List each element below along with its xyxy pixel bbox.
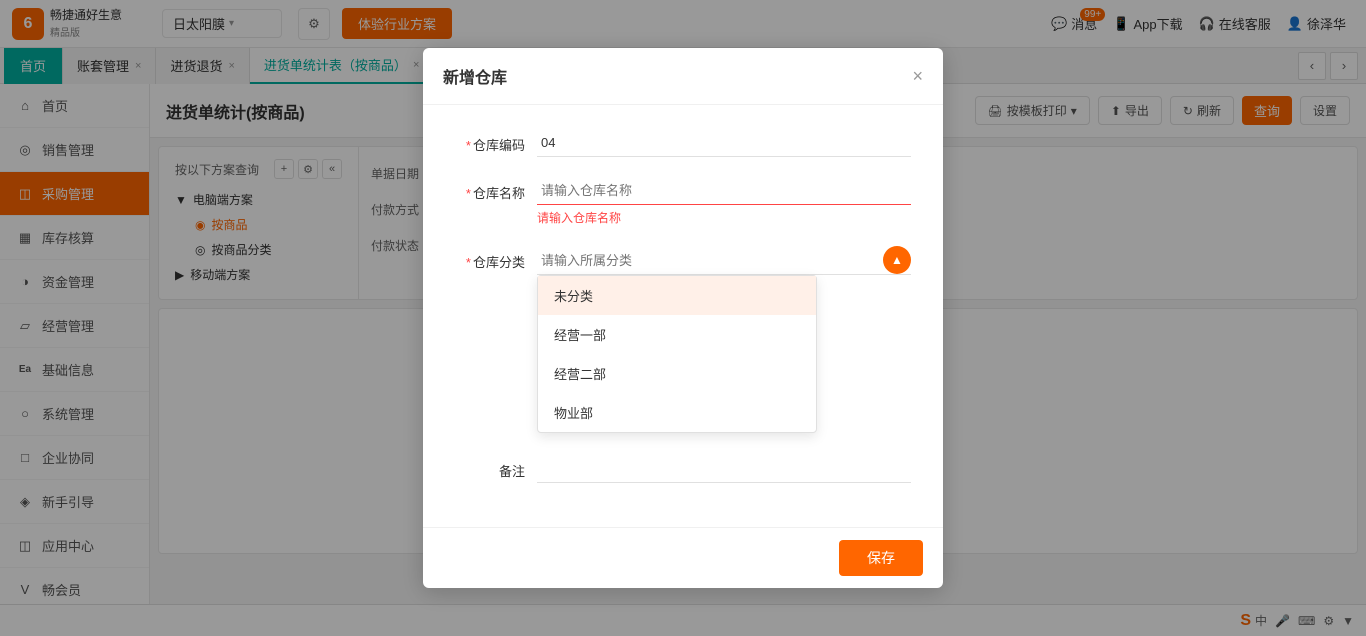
category-input[interactable] <box>537 247 883 274</box>
add-warehouse-modal: 新增仓库 × 仓库编码 仓库名称 请输入仓库名称 仓库分类 <box>423 48 943 588</box>
name-label: 仓库名称 <box>455 177 525 202</box>
note-control <box>537 455 911 483</box>
category-select-wrap: ▲ <box>537 246 911 275</box>
modal-close-button[interactable]: × <box>912 66 923 87</box>
modal-title: 新增仓库 <box>443 64 507 88</box>
note-input[interactable] <box>537 455 911 483</box>
code-label: 仓库编码 <box>455 129 525 154</box>
modal-overlay[interactable]: 新增仓库 × 仓库编码 仓库名称 请输入仓库名称 仓库分类 <box>0 0 1366 636</box>
modal-body: 仓库编码 仓库名称 请输入仓库名称 仓库分类 ▲ <box>423 105 943 527</box>
dropdown-item-dept1[interactable]: 经营一部 <box>538 315 816 354</box>
form-row-category: 仓库分类 ▲ 未分类 经营一部 经营二部 物业部 <box>455 246 911 275</box>
category-dropdown-list: 未分类 经营一部 经营二部 物业部 <box>537 275 817 433</box>
name-control: 请输入仓库名称 <box>537 177 911 226</box>
note-label: 备注 <box>455 455 525 480</box>
category-label: 仓库分类 <box>455 246 525 271</box>
code-control <box>537 129 911 157</box>
category-dropdown-button[interactable]: ▲ <box>883 246 911 274</box>
code-input[interactable] <box>537 129 911 157</box>
name-error-text: 请输入仓库名称 <box>537 209 911 226</box>
form-row-name: 仓库名称 请输入仓库名称 <box>455 177 911 226</box>
form-row-code: 仓库编码 <box>455 129 911 157</box>
modal-footer: 保存 <box>423 527 943 588</box>
modal-header: 新增仓库 × <box>423 48 943 105</box>
name-input[interactable] <box>537 177 911 205</box>
save-button[interactable]: 保存 <box>839 540 923 576</box>
form-row-note: 备注 <box>455 455 911 483</box>
dropdown-item-dept2[interactable]: 经营二部 <box>538 354 816 393</box>
dropdown-item-unclassified[interactable]: 未分类 <box>538 276 816 315</box>
category-control: ▲ 未分类 经营一部 经营二部 物业部 <box>537 246 911 275</box>
dropdown-item-dept3[interactable]: 物业部 <box>538 393 816 432</box>
